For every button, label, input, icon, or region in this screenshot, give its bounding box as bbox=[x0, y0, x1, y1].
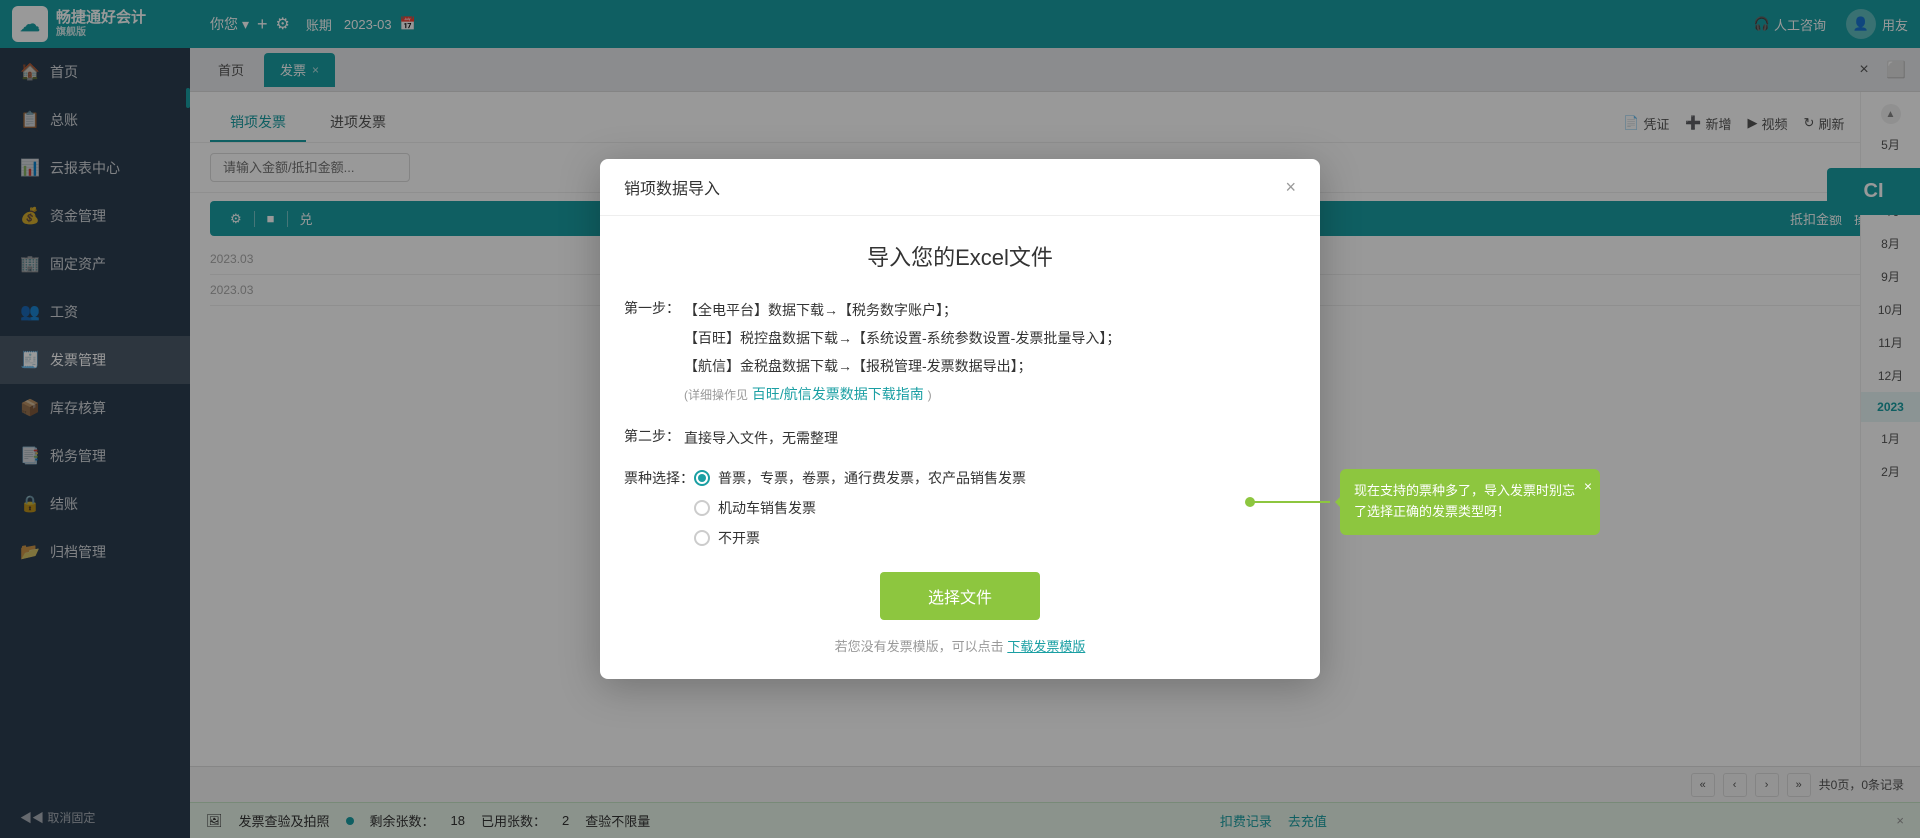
dialog-body: 导入您的Excel文件 第一步： 【全电平台】数据下载→【税务数字账户】； 【百… bbox=[600, 216, 1320, 679]
select-file-btn[interactable]: 选择文件 bbox=[880, 572, 1040, 620]
step1-line3: 【航信】金税盘数据下载→【报税管理-发票数据导出】； bbox=[684, 352, 1296, 380]
radio-option-3[interactable]: 不开票 bbox=[694, 528, 1026, 548]
template-row: 若您没有发票模版，可以点击 下载发票模版 bbox=[624, 636, 1296, 655]
tooltip-bubble: × 现在支持的票种多了，导入发票时别忘了选择正确的发票类型呀！ bbox=[1340, 469, 1600, 535]
radio-group: 普票，专票，卷票，通行费发票，农产品销售发票 机动车销售发票 不开票 bbox=[694, 468, 1026, 548]
radio-option-2[interactable]: 机动车销售发票 bbox=[694, 498, 1026, 518]
step1-line2: 【百旺】税控盘数据下载→【系统设置-系统参数设置-发票批量导入】； bbox=[684, 324, 1296, 352]
step2-row: 第二步： 直接导入文件，无需整理 bbox=[624, 424, 1296, 452]
tooltip-line bbox=[1250, 501, 1330, 503]
dialog-header: 销项数据导入 × bbox=[600, 159, 1320, 216]
step1-label: 第一步： bbox=[624, 298, 684, 318]
import-dialog: 销项数据导入 × 导入您的Excel文件 第一步： 【全电平台】数据下载→【税务… bbox=[600, 159, 1320, 679]
dialog-title: 销项数据导入 bbox=[624, 175, 720, 199]
tooltip-dot bbox=[1245, 497, 1255, 507]
step1-line1: 【全电平台】数据下载→【税务数字账户】； bbox=[684, 296, 1296, 324]
step2-content: 直接导入文件，无需整理 bbox=[684, 424, 1296, 452]
template-link[interactable]: 下载发票模版 bbox=[1007, 639, 1085, 654]
step1-row: 第一步： 【全电平台】数据下载→【税务数字账户】； 【百旺】税控盘数据下载→【系… bbox=[624, 296, 1296, 408]
radio-dot-1 bbox=[698, 474, 706, 482]
tooltip-text: 现在支持的票种多了，导入发票时别忘了选择正确的发票类型呀！ bbox=[1354, 483, 1575, 519]
step1-link: (详细操作见 百旺/航信发票数据下载指南 ) bbox=[684, 380, 1296, 408]
ticket-label: 票种选择： bbox=[624, 468, 694, 488]
radio-circle-1 bbox=[694, 470, 710, 486]
radio-circle-2 bbox=[694, 500, 710, 516]
guide-link[interactable]: 百旺/航信发票数据下载指南 bbox=[752, 386, 924, 402]
step2-label: 第二步： bbox=[624, 426, 684, 446]
step1-content: 【全电平台】数据下载→【税务数字账户】； 【百旺】税控盘数据下载→【系统设置-系… bbox=[684, 296, 1296, 408]
tooltip-close-btn[interactable]: × bbox=[1584, 475, 1592, 497]
dialog-close-btn[interactable]: × bbox=[1285, 177, 1296, 198]
radio-label-3: 不开票 bbox=[718, 528, 760, 548]
dialog-main-title: 导入您的Excel文件 bbox=[624, 240, 1296, 272]
radio-circle-3 bbox=[694, 530, 710, 546]
ticket-selection-row: 票种选择： 普票，专票，卷票，通行费发票，农产品销售发票 机动车销售发票 不开票 bbox=[624, 468, 1296, 548]
radio-label-1: 普票，专票，卷票，通行费发票，农产品销售发票 bbox=[718, 468, 1026, 488]
template-text: 若您没有发票模版，可以点击 bbox=[835, 639, 1004, 654]
radio-label-2: 机动车销售发票 bbox=[718, 498, 816, 518]
radio-option-1[interactable]: 普票，专票，卷票，通行费发票，农产品销售发票 bbox=[694, 468, 1026, 488]
